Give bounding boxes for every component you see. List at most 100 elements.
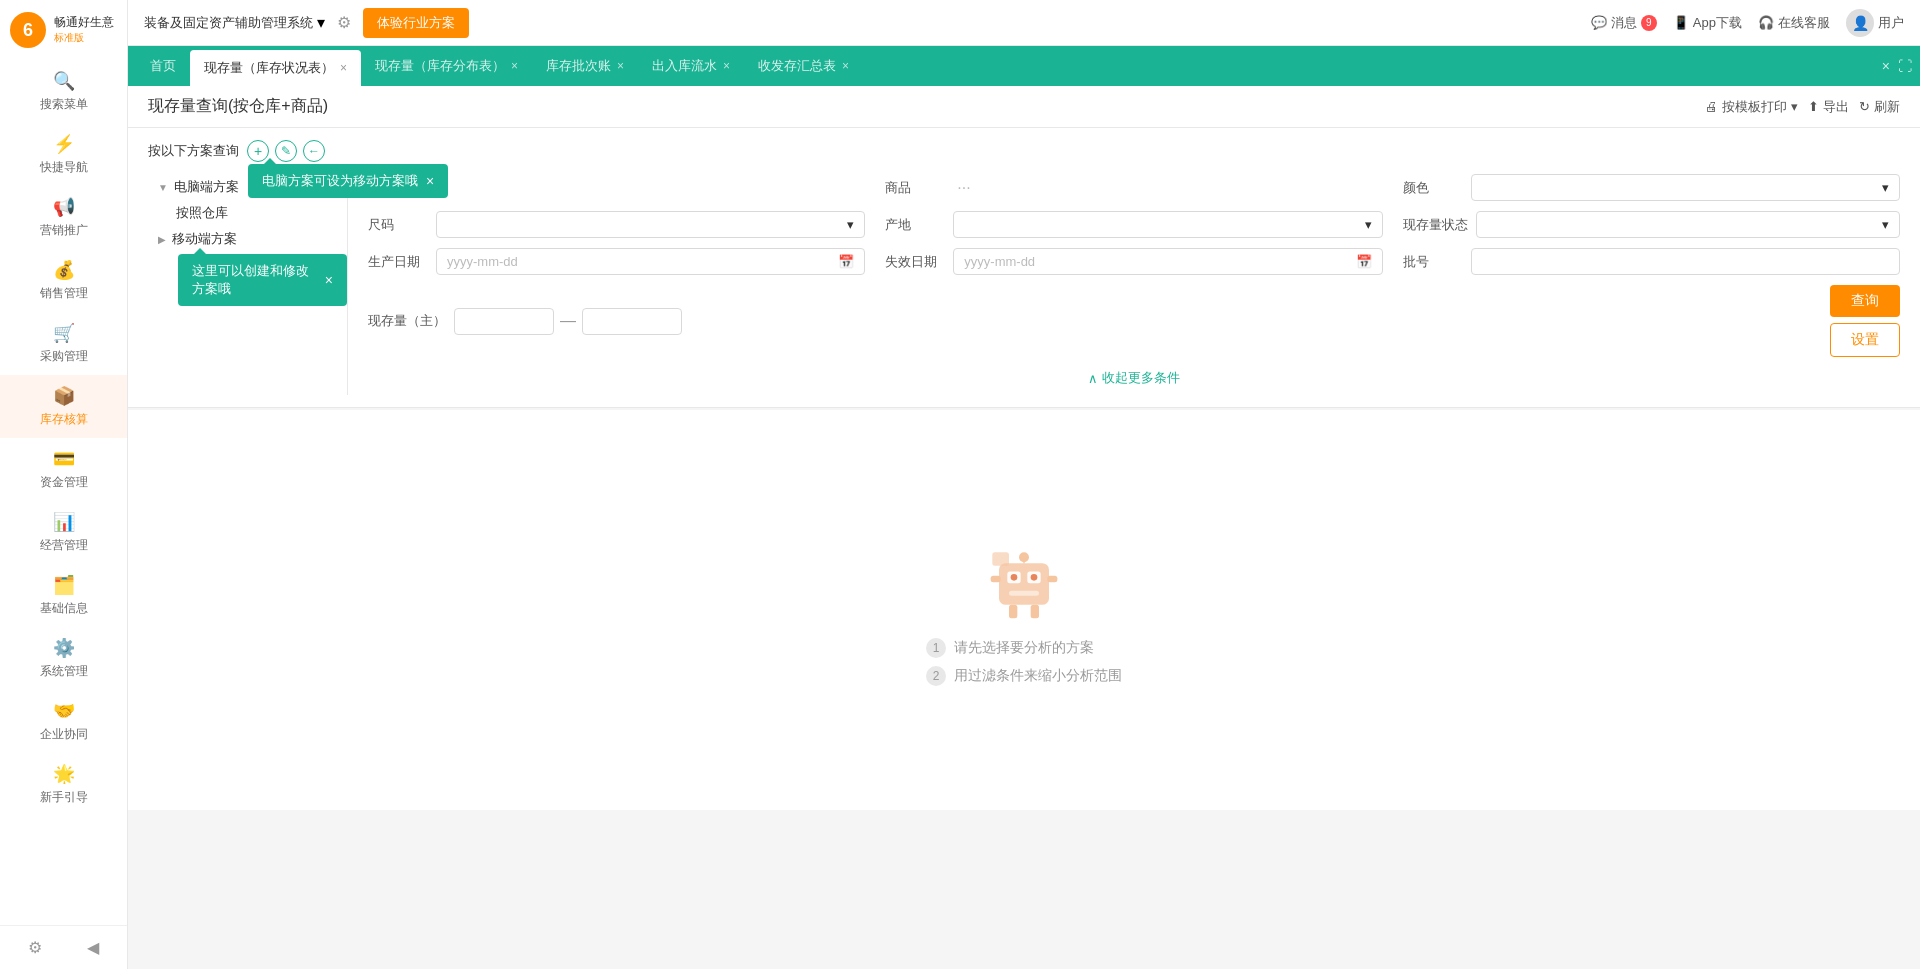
- logo-text: 畅通好生意: [54, 15, 114, 31]
- sidebar-item-label: 经营管理: [40, 537, 88, 554]
- stock-range: —: [454, 308, 682, 335]
- sidebar-nav: 🔍 搜索菜单 ⚡ 快捷导航 📢 营销推广 💰 销售管理 🛒 采购管理 📦 库存核…: [0, 60, 127, 925]
- sidebar-item-label: 采购管理: [40, 348, 88, 365]
- popup2-close-icon[interactable]: ×: [325, 272, 333, 288]
- tab-inventory-status[interactable]: 现存量（库存状况表） ×: [190, 50, 361, 86]
- back-scheme-button[interactable]: ←: [303, 140, 325, 162]
- sidebar-item-quick[interactable]: ⚡ 快捷导航: [0, 123, 127, 186]
- tab-home[interactable]: 首页: [136, 46, 190, 86]
- logo-badge: 标准版: [54, 31, 114, 45]
- color-select[interactable]: ▾: [1471, 174, 1900, 201]
- refresh-button[interactable]: ↻ 刷新: [1859, 98, 1900, 116]
- scheme-panel: ▼ 电脑端方案 按照仓库 ▶ 移动端方案: [148, 174, 348, 395]
- export-button[interactable]: ⬆ 导出: [1808, 98, 1849, 116]
- guide-icon: 🌟: [53, 763, 75, 785]
- svg-rect-0: [999, 563, 1049, 605]
- app-download-action[interactable]: 📱 App下载: [1673, 14, 1742, 32]
- collapse-label: 收起更多条件: [1102, 369, 1180, 387]
- sidebar-item-inventory[interactable]: 📦 库存核算: [0, 375, 127, 438]
- quick-icon: ⚡: [53, 133, 75, 155]
- svg-point-4: [1031, 574, 1038, 581]
- size-select[interactable]: ▾: [436, 211, 865, 238]
- stock-min-input[interactable]: [454, 308, 554, 335]
- tab-label: 现存量（库存状况表）: [204, 59, 334, 77]
- edit-scheme-button[interactable]: ✎: [275, 140, 297, 162]
- sidebar-item-operation[interactable]: 📊 经营管理: [0, 501, 127, 564]
- tab-label: 收发存汇总表: [758, 57, 836, 75]
- filter-row-4: 现存量（主） — 查询 设置: [368, 285, 1900, 357]
- online-service-action[interactable]: 🎧 在线客服: [1758, 14, 1830, 32]
- tab-close-icon[interactable]: ×: [723, 59, 730, 73]
- user-action[interactable]: 👤 用户: [1846, 9, 1904, 37]
- prod-date-input[interactable]: yyyy-mm-dd 📅: [436, 248, 865, 275]
- svg-rect-10: [992, 552, 1009, 565]
- query-buttons: 查询 设置: [1830, 285, 1900, 357]
- sidebar-item-label: 营销推广: [40, 222, 88, 239]
- tab-close-all-icon[interactable]: ×: [1882, 58, 1890, 74]
- query-button[interactable]: 查询: [1830, 285, 1900, 317]
- tab-batch-accounts[interactable]: 库存批次账 ×: [532, 46, 638, 86]
- svg-rect-5: [1009, 591, 1039, 596]
- print-button[interactable]: 🖨 按模板打印 ▾: [1705, 98, 1798, 116]
- sidebar-item-label: 销售管理: [40, 285, 88, 302]
- scheme-mobile[interactable]: ▶ 移动端方案: [158, 226, 335, 252]
- app-icon: 📱: [1673, 15, 1689, 30]
- tab-close-icon[interactable]: ×: [617, 59, 624, 73]
- scheme-popup-2: 这里可以创建和修改方案哦 ×: [178, 254, 347, 306]
- settings-footer-icon[interactable]: ⚙: [28, 938, 42, 957]
- sidebar-item-search[interactable]: 🔍 搜索菜单: [0, 60, 127, 123]
- scheme-desktop-items: 按照仓库: [176, 200, 335, 226]
- collapse-sidebar-icon[interactable]: ◀: [87, 938, 99, 957]
- sidebar-item-system[interactable]: ⚙️ 系统管理: [0, 627, 127, 690]
- tab-close-icon[interactable]: ×: [842, 59, 849, 73]
- stock-status-select[interactable]: ▾: [1476, 211, 1900, 238]
- sidebar-item-cooperation[interactable]: 🤝 企业协同: [0, 690, 127, 753]
- system-name-dropdown[interactable]: 装备及固定资产辅助管理系统 ▾: [144, 13, 325, 32]
- experience-button[interactable]: 体验行业方案: [363, 8, 469, 38]
- stock-status-dropdown-icon: ▾: [1882, 217, 1889, 232]
- refresh-icon: ↻: [1859, 99, 1870, 114]
- stock-main-label: 现存量（主）: [368, 312, 446, 330]
- scheme-item-1[interactable]: 按照仓库: [176, 200, 335, 226]
- tab-receive-send[interactable]: 收发存汇总表 ×: [744, 46, 863, 86]
- tab-close-icon[interactable]: ×: [340, 61, 347, 75]
- tab-in-out[interactable]: 出入库流水 ×: [638, 46, 744, 86]
- search-icon: 🔍: [53, 70, 75, 92]
- filter-size: 尺码 ▾: [368, 211, 865, 238]
- message-action[interactable]: 💬 消息 9: [1591, 14, 1657, 32]
- origin-select[interactable]: ▾: [953, 211, 1382, 238]
- collapse-button[interactable]: ∧ 收起更多条件: [368, 361, 1900, 395]
- sidebar-item-basic[interactable]: 🗂️ 基础信息: [0, 564, 127, 627]
- tab-close-icon[interactable]: ×: [511, 59, 518, 73]
- reset-button[interactable]: 设置: [1830, 323, 1900, 357]
- batch-input[interactable]: [1471, 248, 1900, 275]
- origin-label: 产地: [885, 216, 945, 234]
- popup1-close-icon[interactable]: ×: [426, 173, 434, 189]
- page-header-actions: 🖨 按模板打印 ▾ ⬆ 导出 ↻ 刷新: [1705, 98, 1900, 116]
- arrow-icon: ▼: [158, 182, 168, 193]
- sidebar-item-marketing[interactable]: 📢 营销推广: [0, 186, 127, 249]
- filter-title-row: 按以下方案查询 + ✎ ← 电脑方案可设为移动方案哦 ×: [148, 140, 1900, 162]
- popup2-text: 这里可以创建和修改方案哦: [192, 262, 317, 298]
- sidebar-item-finance[interactable]: 💳 资金管理: [0, 438, 127, 501]
- tab-maximize-icon[interactable]: ⛶: [1898, 58, 1912, 74]
- filter-prod-date: 生产日期 yyyy-mm-dd 📅: [368, 248, 865, 275]
- filter-row-2: 尺码 ▾ 产地 ▾: [368, 211, 1900, 238]
- svg-rect-6: [991, 576, 1001, 583]
- tab-inventory-dist[interactable]: 现存量（库存分布表） ×: [361, 46, 532, 86]
- filter-row-1: ··· ··· 商品 ··· 颜色 ▾: [368, 174, 1900, 201]
- prod-date-placeholder: yyyy-mm-dd: [447, 254, 518, 269]
- message-icon: 💬: [1591, 15, 1607, 30]
- main-content: 装备及固定资产辅助管理系统 ▾ ⚙ 体验行业方案 💬 消息 9 📱 App下载 …: [128, 0, 1920, 969]
- empty-step-2: 2 用过滤条件来缩小分析范围: [926, 666, 1122, 686]
- settings-icon[interactable]: ⚙: [337, 13, 351, 32]
- sidebar-item-purchase[interactable]: 🛒 采购管理: [0, 312, 127, 375]
- stock-max-input[interactable]: [582, 308, 682, 335]
- sidebar-item-sales[interactable]: 💰 销售管理: [0, 249, 127, 312]
- color-label: 颜色: [1403, 179, 1463, 197]
- expire-date-input[interactable]: yyyy-mm-dd 📅: [953, 248, 1382, 275]
- sidebar-item-guide[interactable]: 🌟 新手引导: [0, 753, 127, 816]
- header-right: 💬 消息 9 📱 App下载 🎧 在线客服 👤 用户: [1591, 9, 1904, 37]
- product-more-icon[interactable]: ···: [953, 179, 974, 197]
- empty-illustration: [974, 534, 1074, 638]
